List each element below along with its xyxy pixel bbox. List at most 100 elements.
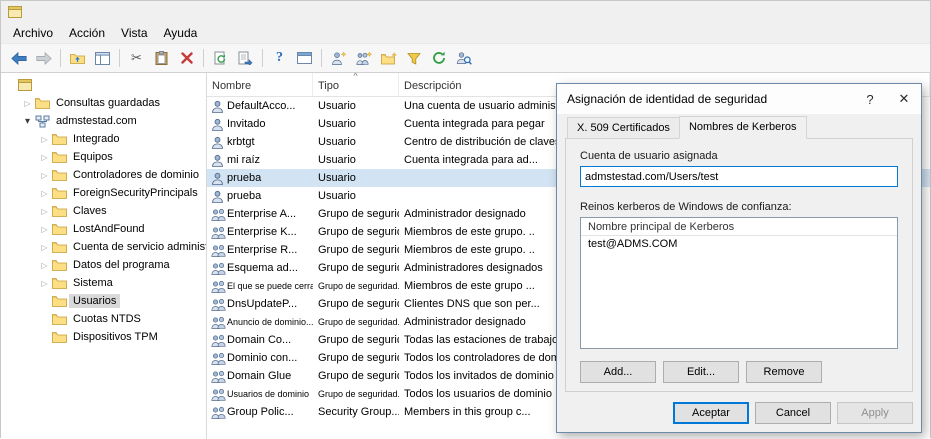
folder-icon — [52, 241, 69, 253]
new-user-icon — [331, 51, 347, 65]
row-type: Usuario — [318, 118, 356, 130]
tree-item-admstestad-com[interactable]: ▾ admstestad.com — [1, 112, 206, 130]
tree-item-integrado[interactable]: ▷ Integrado — [1, 130, 206, 148]
toolbar-separator — [203, 49, 204, 67]
tree-item-cuenta-de-servicio-administra[interactable]: ▷ Cuenta de servicio administra — [1, 238, 206, 256]
tree-item-console-root[interactable] — [1, 76, 206, 94]
console-window-button[interactable] — [292, 46, 317, 70]
column-label-nombre: Nombre — [212, 80, 252, 92]
tree-collapsed-chevron-icon[interactable]: ▷ — [37, 189, 52, 198]
menu-accion[interactable]: Acción — [61, 24, 113, 43]
row-type: Usuario — [318, 172, 356, 184]
arrow-left-icon — [10, 51, 27, 65]
export-icon — [238, 51, 253, 65]
dialog-help-button[interactable]: ? — [853, 87, 887, 111]
tree-collapsed-chevron-icon[interactable]: ▷ — [37, 225, 52, 234]
new-user-button[interactable] — [326, 46, 351, 70]
toolbar-separator — [321, 49, 322, 67]
cancel-button[interactable]: Cancel — [755, 402, 831, 424]
row-type: Usuario — [318, 154, 356, 166]
tree-item-foreignsecurityprincipals[interactable]: ▷ ForeignSecurityPrincipals — [1, 184, 206, 202]
back-button[interactable] — [6, 46, 31, 70]
tree-expanded-chevron-icon[interactable]: ▾ — [20, 116, 35, 127]
set-filter-button[interactable] — [401, 46, 426, 70]
menu-archivo[interactable]: Archivo — [5, 24, 61, 43]
row-name: Invitado — [227, 118, 266, 130]
dialog-close-icon[interactable]: ✕ — [887, 87, 921, 111]
tree-item-equipos[interactable]: ▷ Equipos — [1, 148, 206, 166]
tree-collapsed-chevron-icon[interactable]: ▷ — [37, 135, 52, 144]
aceptar-button[interactable]: Aceptar — [673, 402, 749, 424]
tree-item-label: ForeignSecurityPrincipals — [73, 187, 198, 199]
dialog-tabs: X. 509 Certificados Nombres de Kerberos — [567, 116, 807, 139]
row-name: DnsUpdateP... — [227, 298, 298, 310]
group-icon — [211, 280, 227, 293]
cut-button[interactable]: ✂ — [124, 46, 149, 70]
row-type: Grupo de seguridad... — [318, 298, 399, 310]
forward-button[interactable] — [31, 46, 56, 70]
folder-up-icon — [70, 52, 85, 64]
tree-item-cuotas-ntds[interactable]: Cuotas NTDS — [1, 310, 206, 328]
delete-icon — [180, 52, 193, 64]
paste-button[interactable] — [149, 46, 174, 70]
delete-button[interactable] — [174, 46, 199, 70]
kerberos-realms-listbox[interactable]: Nombre principal de Kerberos test@ADMS.C… — [580, 217, 898, 349]
menu-vista[interactable]: Vista — [113, 24, 155, 43]
tree-collapsed-chevron-icon[interactable]: ▷ — [37, 279, 52, 288]
aduc-window: { "window": { "menu": ["Archivo", "Acció… — [0, 0, 931, 439]
tree-item-label: Usuarios — [69, 294, 121, 308]
realm-actions: Add... Edit... Remove — [580, 361, 898, 383]
tree-item-usuarios[interactable]: Usuarios — [1, 292, 206, 310]
up-one-level-button[interactable] — [65, 46, 90, 70]
help-button[interactable]: ? — [267, 46, 292, 70]
tree-item-datos-del-programa[interactable]: ▷ Datos del programa — [1, 256, 206, 274]
tree-collapsed-chevron-icon[interactable]: ▷ — [37, 171, 52, 180]
tree-collapsed-chevron-icon[interactable]: ▷ — [37, 153, 52, 162]
tree-collapsed-chevron-icon[interactable]: ▷ — [37, 243, 52, 252]
folder-icon — [52, 205, 69, 217]
folder-icon — [52, 151, 69, 163]
row-type: Grupo de seguridad... — [318, 352, 399, 364]
tab-kerberos-names[interactable]: Nombres de Kerberos — [678, 116, 807, 139]
group-icon — [211, 406, 227, 419]
new-ou-button[interactable] — [376, 46, 401, 70]
row-type: Grupo de seguridad... — [318, 389, 399, 399]
show-console-tree-button[interactable] — [90, 46, 115, 70]
remove-button[interactable]: Remove — [746, 361, 822, 383]
tree-item-label: Dispositivos TPM — [73, 331, 158, 343]
apply-button[interactable]: Apply — [837, 402, 913, 424]
tree-item-claves[interactable]: ▷ Claves — [1, 202, 206, 220]
tree-item-consultas-guardadas[interactable]: ▷ Consultas guardadas — [1, 94, 206, 112]
row-type: Usuario — [318, 190, 356, 202]
assigned-account-input[interactable] — [580, 166, 898, 187]
add-button[interactable]: Add... — [580, 361, 656, 383]
refresh-button[interactable] — [208, 46, 233, 70]
new-group-button[interactable] — [351, 46, 376, 70]
row-name: Group Polic... — [227, 406, 294, 418]
group-icon — [211, 370, 227, 383]
toolbar-separator — [119, 49, 120, 67]
folder-icon — [35, 97, 52, 109]
kerberos-realms-list-items: test@ADMS.COM — [581, 236, 897, 252]
tree-item-sistema[interactable]: ▷ Sistema — [1, 274, 206, 292]
user-icon — [211, 190, 227, 203]
menu-ayuda[interactable]: Ayuda — [156, 24, 206, 43]
row-type: Security Group... — [318, 406, 399, 418]
tree-collapsed-chevron-icon[interactable]: ▷ — [37, 261, 52, 270]
find-button[interactable] — [451, 46, 476, 70]
tree-collapsed-chevron-icon[interactable]: ▷ — [20, 99, 35, 108]
kerberos-realm-item[interactable]: test@ADMS.COM — [581, 236, 897, 252]
row-name: Domain Co... — [227, 334, 292, 346]
folder-icon — [52, 277, 69, 289]
tree-item-controladores-de-dominio[interactable]: ▷ Controladores de dominio — [1, 166, 206, 184]
edit-button[interactable]: Edit... — [663, 361, 739, 383]
column-header-nombre[interactable]: Nombre — [207, 73, 313, 96]
tab-x509-certificates[interactable]: X. 509 Certificados — [567, 117, 680, 139]
group-icon — [211, 226, 227, 239]
tree-collapsed-chevron-icon[interactable]: ▷ — [37, 207, 52, 216]
column-header-tipo[interactable]: ^ Tipo — [313, 73, 399, 96]
tree-item-dispositivos-tpm[interactable]: Dispositivos TPM — [1, 328, 206, 346]
tree-item-lostandfound[interactable]: ▷ LostAndFound — [1, 220, 206, 238]
refresh-view-button[interactable] — [426, 46, 451, 70]
export-list-button[interactable] — [233, 46, 258, 70]
